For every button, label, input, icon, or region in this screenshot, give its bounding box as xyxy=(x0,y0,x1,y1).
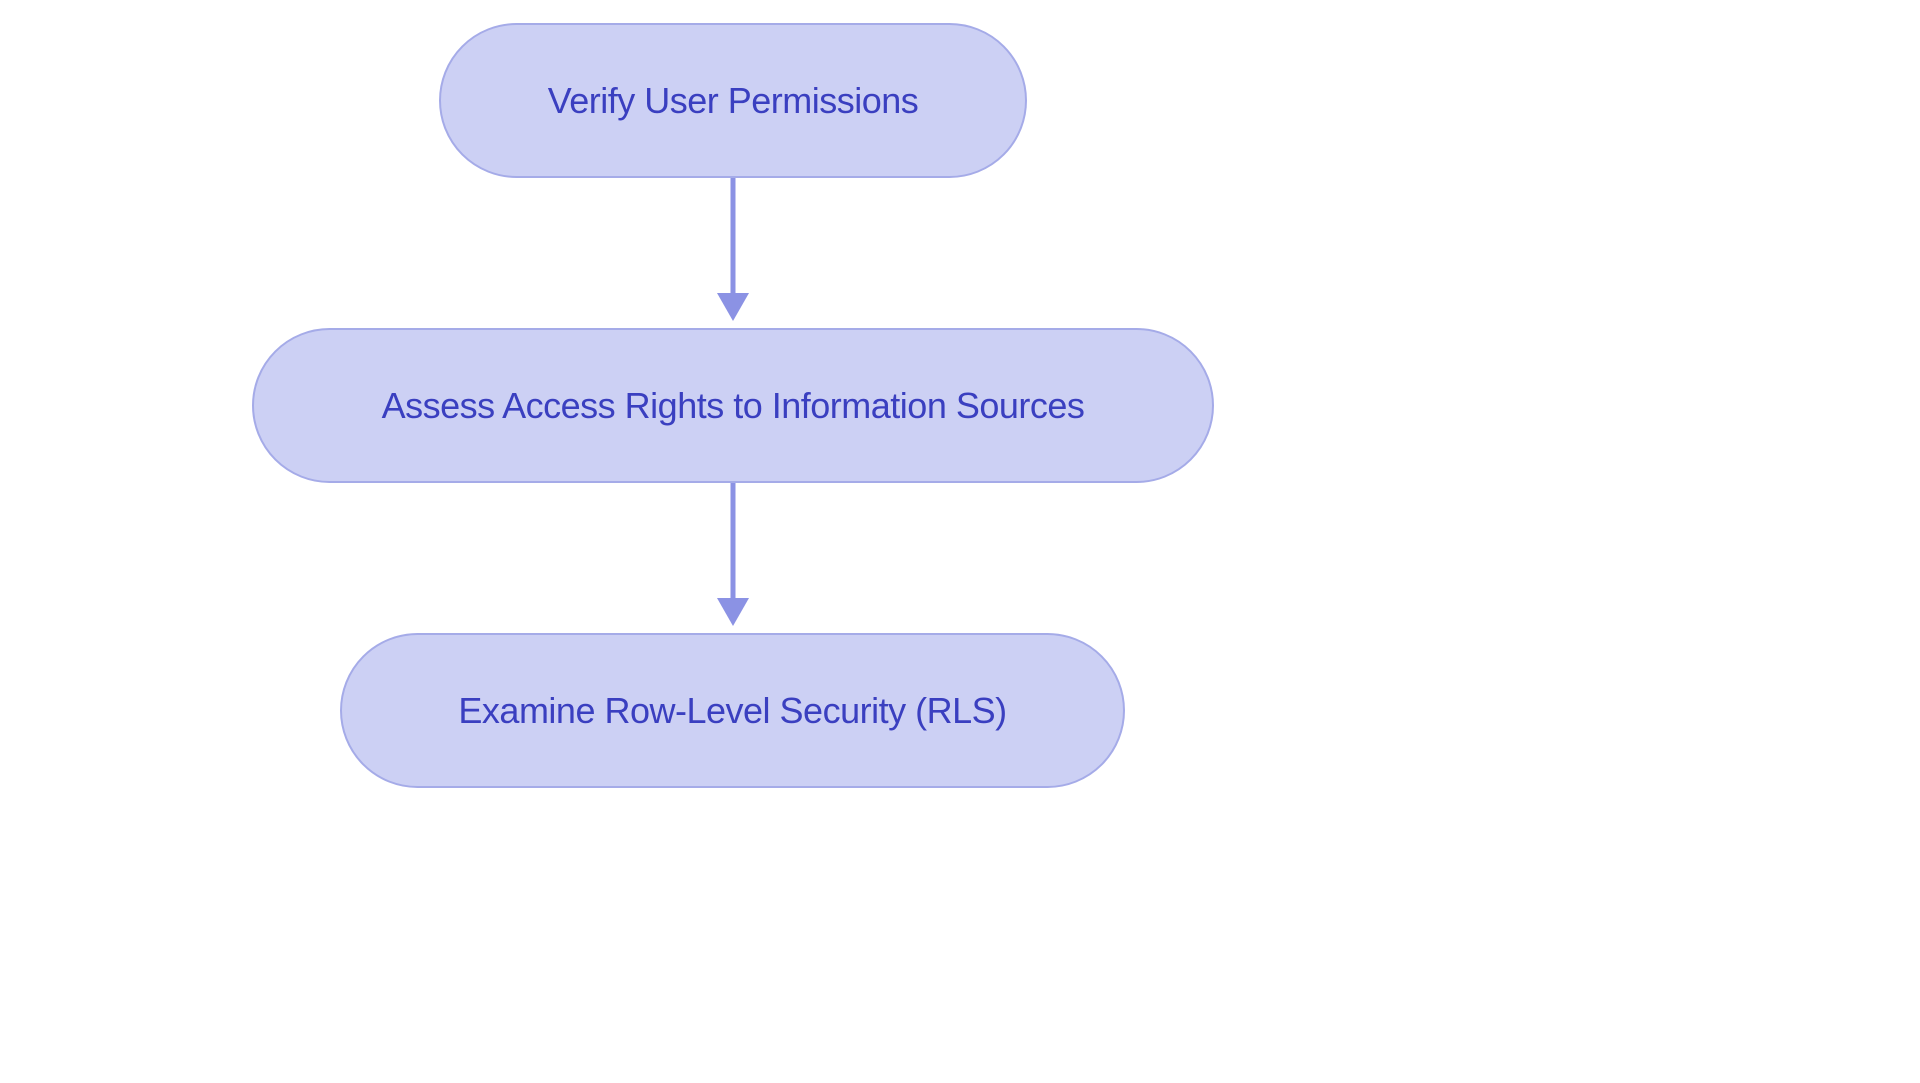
node-label: Assess Access Rights to Information Sour… xyxy=(382,385,1085,427)
flow-node-verify-permissions: Verify User Permissions xyxy=(439,23,1027,178)
flow-node-examine-rls: Examine Row-Level Security (RLS) xyxy=(340,633,1125,788)
flow-arrow-1 xyxy=(729,178,737,328)
flowchart-canvas: Verify User Permissions Assess Access Ri… xyxy=(0,0,1920,1083)
node-label: Examine Row-Level Security (RLS) xyxy=(458,690,1006,732)
flow-arrow-2 xyxy=(729,483,737,633)
flow-node-assess-access-rights: Assess Access Rights to Information Sour… xyxy=(252,328,1214,483)
node-label: Verify User Permissions xyxy=(548,80,919,122)
